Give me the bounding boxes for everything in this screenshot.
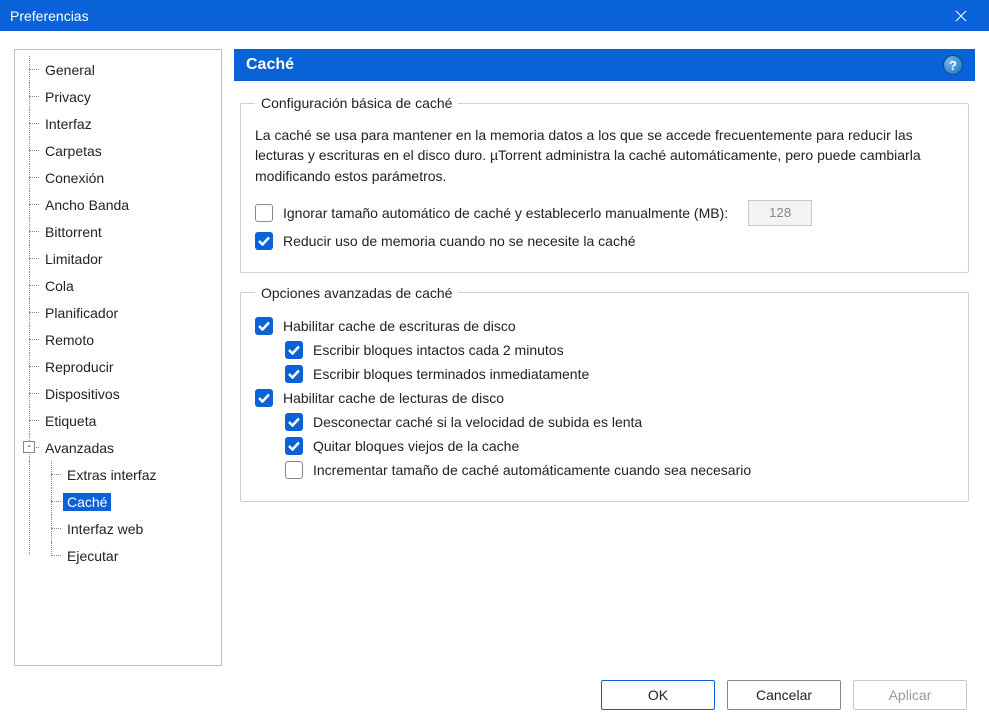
label-read-turnoff: Desconectar caché si la velocidad de sub…	[313, 414, 642, 430]
tree-item-bittorrent[interactable]: Bittorrent	[19, 218, 217, 245]
tree-item-privacy[interactable]: Privacy	[19, 83, 217, 110]
label-read-enable: Habilitar cache de lecturas de disco	[283, 390, 504, 406]
tree-item-dispositivos[interactable]: Dispositivos	[19, 380, 217, 407]
group-basic: Configuración básica de caché La caché s…	[240, 95, 969, 273]
content-panel: Caché ? Configuración básica de caché La…	[234, 49, 975, 666]
checkbox-write-finished[interactable]	[285, 365, 303, 383]
group-advanced: Opciones avanzadas de caché Habilitar ca…	[240, 285, 969, 502]
tree-item-label: Extras interfaz	[63, 466, 160, 484]
tree-item-label: Conexión	[41, 169, 108, 187]
row-read-turnoff: Desconectar caché si la velocidad de sub…	[285, 413, 954, 431]
ok-button[interactable]: OK	[601, 680, 715, 710]
tree-item-label: Carpetas	[41, 142, 106, 160]
tree-item-label: Ejecutar	[63, 547, 122, 565]
checkbox-read-increase[interactable]	[285, 461, 303, 479]
tree-item-label: Cola	[41, 277, 78, 295]
tree-item-extras-interfaz[interactable]: Extras interfaz	[19, 461, 217, 488]
label-override: Ignorar tamaño automático de caché y est…	[283, 205, 728, 221]
checkbox-write-intact[interactable]	[285, 341, 303, 359]
tree-item-planificador[interactable]: Planificador	[19, 299, 217, 326]
panel-header: Caché ?	[234, 49, 975, 81]
tree-item-ejecutar[interactable]: Ejecutar	[19, 542, 217, 569]
label-write-finished: Escribir bloques terminados inmediatamen…	[313, 366, 589, 382]
panel-title: Caché	[246, 56, 294, 74]
row-read-enable: Habilitar cache de lecturas de disco	[255, 389, 954, 407]
tree-item-ancho-banda[interactable]: Ancho Banda	[19, 191, 217, 218]
tree-item-label: Interfaz web	[63, 520, 147, 538]
tree-item-caché[interactable]: Caché	[19, 488, 217, 515]
tree-item-label: Interfaz	[41, 115, 96, 133]
nav-tree: General Privacy Interfaz Carpetas Conexión An…	[14, 49, 222, 666]
tree-item-label: Caché	[63, 493, 111, 511]
basic-description: La caché se usa para mantener en la memo…	[255, 125, 954, 186]
checkbox-write-enable[interactable]	[255, 317, 273, 335]
tree-item-etiqueta[interactable]: Etiqueta	[19, 407, 217, 434]
cancel-button[interactable]: Cancelar	[727, 680, 841, 710]
tree-item-remoto[interactable]: Remoto	[19, 326, 217, 353]
tree-item-label: Remoto	[41, 331, 98, 349]
titlebar: Preferencias	[0, 0, 989, 31]
tree-item-label: Reproducir	[41, 358, 117, 376]
help-icon[interactable]: ?	[943, 55, 963, 75]
tree-item-label: Avanzadas	[41, 439, 118, 457]
tree-item-label: Bittorrent	[41, 223, 106, 241]
tree-item-avanzadas[interactable]: -Avanzadas	[19, 434, 217, 461]
dialog-footer: OK Cancelar Aplicar	[0, 666, 989, 724]
label-reduce: Reducir uso de memoria cuando no se nece…	[283, 233, 636, 249]
label-write-enable: Habilitar cache de escrituras de disco	[283, 318, 516, 334]
apply-button[interactable]: Aplicar	[853, 680, 967, 710]
tree-item-conexión[interactable]: Conexión	[19, 164, 217, 191]
row-read-increase: Incrementar tamaño de caché automáticame…	[285, 461, 954, 479]
row-override: Ignorar tamaño automático de caché y est…	[255, 200, 954, 226]
label-read-remove: Quitar bloques viejos de la cache	[313, 438, 519, 454]
checkbox-read-enable[interactable]	[255, 389, 273, 407]
label-read-increase: Incrementar tamaño de caché automáticame…	[313, 462, 751, 478]
tree-item-interfaz-web[interactable]: Interfaz web	[19, 515, 217, 542]
tree-item-label: Limitador	[41, 250, 107, 268]
checkbox-read-turnoff[interactable]	[285, 413, 303, 431]
label-write-intact: Escribir bloques intactos cada 2 minutos	[313, 342, 564, 358]
tree-item-cola[interactable]: Cola	[19, 272, 217, 299]
tree-item-general[interactable]: General	[19, 56, 217, 83]
group-advanced-legend: Opciones avanzadas de caché	[255, 285, 458, 301]
checkbox-override[interactable]	[255, 204, 273, 222]
tree-expander-icon[interactable]: -	[23, 441, 35, 453]
tree-item-label: General	[41, 61, 99, 79]
window-title: Preferencias	[10, 8, 941, 24]
row-write-intact: Escribir bloques intactos cada 2 minutos	[285, 341, 954, 359]
group-basic-legend: Configuración básica de caché	[255, 95, 458, 111]
row-reduce: Reducir uso de memoria cuando no se nece…	[255, 232, 954, 250]
row-write-finished: Escribir bloques terminados inmediatamen…	[285, 365, 954, 383]
tree-item-label: Dispositivos	[41, 385, 124, 403]
tree-item-carpetas[interactable]: Carpetas	[19, 137, 217, 164]
tree-item-label: Ancho Banda	[41, 196, 133, 214]
row-read-remove: Quitar bloques viejos de la cache	[285, 437, 954, 455]
tree-item-interfaz[interactable]: Interfaz	[19, 110, 217, 137]
tree-item-reproducir[interactable]: Reproducir	[19, 353, 217, 380]
checkbox-read-remove[interactable]	[285, 437, 303, 455]
checkbox-reduce[interactable]	[255, 232, 273, 250]
close-icon	[955, 10, 967, 22]
tree-item-label: Planificador	[41, 304, 122, 322]
close-button[interactable]	[941, 0, 981, 31]
tree-item-limitador[interactable]: Limitador	[19, 245, 217, 272]
tree-item-label: Etiqueta	[41, 412, 100, 430]
tree-item-label: Privacy	[41, 88, 95, 106]
row-write-enable: Habilitar cache de escrituras de disco	[255, 317, 954, 335]
input-cache-size[interactable]	[748, 200, 812, 226]
